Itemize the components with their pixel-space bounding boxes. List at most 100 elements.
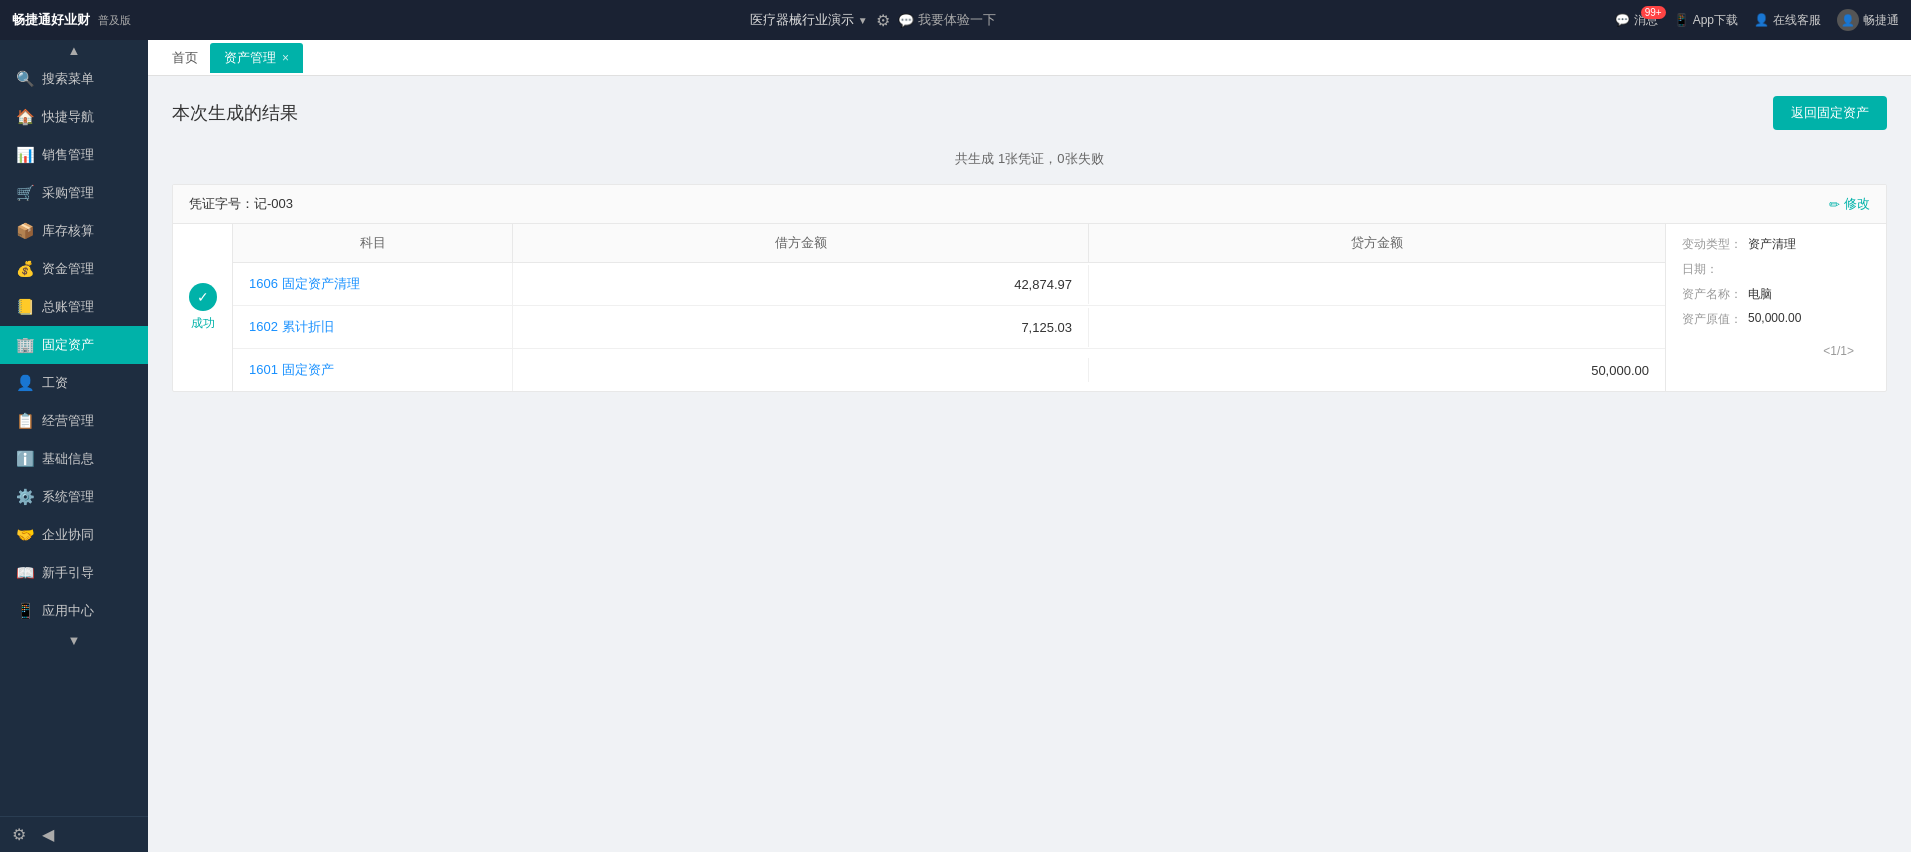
sidebar-item-purchase[interactable]: 🛒 采购管理 [0, 174, 148, 212]
ledger-icon: 📒 [16, 298, 34, 316]
sidebar-item-label: 销售管理 [42, 146, 94, 164]
sidebar-item-sales[interactable]: 📊 销售管理 [0, 136, 148, 174]
credit-cell [1089, 315, 1665, 339]
sidebar-item-quick-nav[interactable]: 🏠 快捷导航 [0, 98, 148, 136]
tab-home[interactable]: 首页 [164, 43, 206, 73]
asset-original-label: 资产原值： [1682, 311, 1742, 328]
message-button[interactable]: 💬 消息 99+ [1615, 12, 1658, 29]
sidebar-settings-icon[interactable]: ⚙ [12, 825, 26, 844]
asset-name-value: 电脑 [1748, 286, 1772, 303]
sidebar-item-label: 快捷导航 [42, 108, 94, 126]
sidebar-item-system[interactable]: ⚙️ 系统管理 [0, 478, 148, 516]
system-icon: ⚙️ [16, 488, 34, 506]
tab-close-icon[interactable]: × [282, 51, 289, 65]
sidebar-scroll-down[interactable]: ▼ [0, 630, 148, 650]
edit-label: 修改 [1844, 195, 1870, 213]
company-selector[interactable]: 医疗器械行业演示 ▼ [750, 11, 868, 29]
sidebar-item-business[interactable]: 📋 经营管理 [0, 402, 148, 440]
payroll-icon: 👤 [16, 374, 34, 392]
sidebar-item-label: 基础信息 [42, 450, 94, 468]
summary-text: 共生成 1张凭证，0张失败 [955, 151, 1103, 166]
sidebar-item-label: 搜索菜单 [42, 70, 94, 88]
basic-info-icon: ℹ️ [16, 450, 34, 468]
table-row: 1602 累计折旧 7,125.03 [233, 306, 1665, 349]
account-cell[interactable]: 1606 固定资产清理 [233, 263, 513, 305]
sidebar-scroll-up[interactable]: ▲ [0, 40, 148, 60]
col-credit: 贷方金额 [1089, 224, 1665, 262]
sidebar-item-label: 应用中心 [42, 602, 94, 620]
sidebar-item-ledger[interactable]: 📒 总账管理 [0, 288, 148, 326]
info-date: 日期： [1682, 261, 1870, 278]
app-edition: 普及版 [98, 13, 131, 28]
sidebar-collapse-icon[interactable]: ◀ [42, 825, 54, 844]
col-debit: 借方金额 [513, 224, 1089, 262]
top-bar: 畅捷通好业财 普及版 医疗器械行业演示 ▼ ⚙ 💬 我要体验一下 💬 消息 99… [0, 0, 1911, 40]
message-badge: 99+ [1641, 6, 1666, 19]
main-layout: ▲ 🔍 搜索菜单 🏠 快捷导航 📊 销售管理 🛒 采购管理 📦 库存核算 💰 资… [0, 40, 1911, 852]
user-menu[interactable]: 👤 畅捷通 [1837, 9, 1899, 31]
company-dropdown-arrow: ▼ [858, 15, 868, 26]
credit-cell [1089, 272, 1665, 296]
credit-cell: 50,000.00 [1089, 351, 1665, 390]
sidebar-item-label: 新手引导 [42, 564, 94, 582]
return-button[interactable]: 返回固定资产 [1773, 96, 1887, 130]
info-asset-original: 资产原值： 50,000.00 [1682, 311, 1870, 328]
debit-cell: 42,874.97 [513, 265, 1089, 304]
asset-original-value: 50,000.00 [1748, 311, 1801, 325]
table-row: 1601 固定资产 50,000.00 [233, 349, 1665, 391]
debit-cell [513, 358, 1089, 382]
tab-asset-management[interactable]: 资产管理 × [210, 43, 303, 73]
sidebar-item-search[interactable]: 🔍 搜索菜单 [0, 60, 148, 98]
avatar-icon: 👤 [1841, 14, 1855, 27]
funds-icon: 💰 [16, 260, 34, 278]
user-name: 畅捷通 [1863, 12, 1899, 29]
account-cell[interactable]: 1602 累计折旧 [233, 306, 513, 348]
app-center-icon: 📱 [16, 602, 34, 620]
tab-home-label: 首页 [172, 50, 198, 65]
page-content: 本次生成的结果 返回固定资产 共生成 1张凭证，0张失败 凭证字号：记-003 … [148, 76, 1911, 852]
voucher-number: 凭证字号：记-003 [189, 195, 293, 213]
sidebar-item-inventory[interactable]: 📦 库存核算 [0, 212, 148, 250]
pagination-prev[interactable]: < [1823, 344, 1830, 358]
sidebar-item-basic-info[interactable]: ℹ️ 基础信息 [0, 440, 148, 478]
asset-name-label: 资产名称： [1682, 286, 1742, 303]
experience-label: 我要体验一下 [918, 11, 996, 29]
enterprise-icon: 🤝 [16, 526, 34, 544]
experience-button[interactable]: 💬 我要体验一下 [898, 11, 996, 29]
sidebar-item-funds[interactable]: 💰 资金管理 [0, 250, 148, 288]
edit-icon: ✏ [1829, 197, 1840, 212]
table-header: 科目 借方金额 贷方金额 [233, 224, 1665, 263]
col-subject: 科目 [233, 224, 513, 262]
tab-label: 资产管理 [224, 49, 276, 67]
page-title: 本次生成的结果 [172, 101, 298, 125]
top-bar-right: 💬 消息 99+ 📱 App下载 👤 在线客服 👤 畅捷通 [1615, 9, 1899, 31]
page-header: 本次生成的结果 返回固定资产 [172, 96, 1887, 130]
inventory-icon: 📦 [16, 222, 34, 240]
customer-service-label: 在线客服 [1773, 12, 1821, 29]
company-name: 医疗器械行业演示 [750, 11, 854, 29]
app-download-label: App下载 [1693, 12, 1738, 29]
app-download-button[interactable]: 📱 App下载 [1674, 12, 1738, 29]
avatar: 👤 [1837, 9, 1859, 31]
fixed-assets-icon: 🏢 [16, 336, 34, 354]
account-cell[interactable]: 1601 固定资产 [233, 349, 513, 391]
info-asset-name: 资产名称： 电脑 [1682, 286, 1870, 303]
guide-icon: 📖 [16, 564, 34, 582]
sidebar-item-payroll[interactable]: 👤 工资 [0, 364, 148, 402]
edit-button[interactable]: ✏ 修改 [1829, 195, 1870, 213]
sidebar-item-enterprise[interactable]: 🤝 企业协同 [0, 516, 148, 554]
pagination-next[interactable]: > [1847, 344, 1854, 358]
customer-service-button[interactable]: 👤 在线客服 [1754, 12, 1821, 29]
sidebar-item-label: 总账管理 [42, 298, 94, 316]
voucher-card: 凭证字号：记-003 ✏ 修改 ✓ 成功 [172, 184, 1887, 392]
table-row: 1606 固定资产清理 42,874.97 [233, 263, 1665, 306]
sidebar-item-fixed-assets[interactable]: 🏢 固定资产 [0, 326, 148, 364]
tab-bar: 首页 资产管理 × [148, 40, 1911, 76]
app-branding: 畅捷通好业财 普及版 [12, 11, 131, 29]
settings-icon[interactable]: ⚙ [876, 11, 890, 30]
sidebar-item-app-center[interactable]: 📱 应用中心 [0, 592, 148, 630]
purchase-icon: 🛒 [16, 184, 34, 202]
sidebar-item-guide[interactable]: 📖 新手引导 [0, 554, 148, 592]
success-indicator: ✓ 成功 [173, 224, 233, 391]
content-area: 首页 资产管理 × 本次生成的结果 返回固定资产 共生成 1张凭证，0张失败 凭… [148, 40, 1911, 852]
